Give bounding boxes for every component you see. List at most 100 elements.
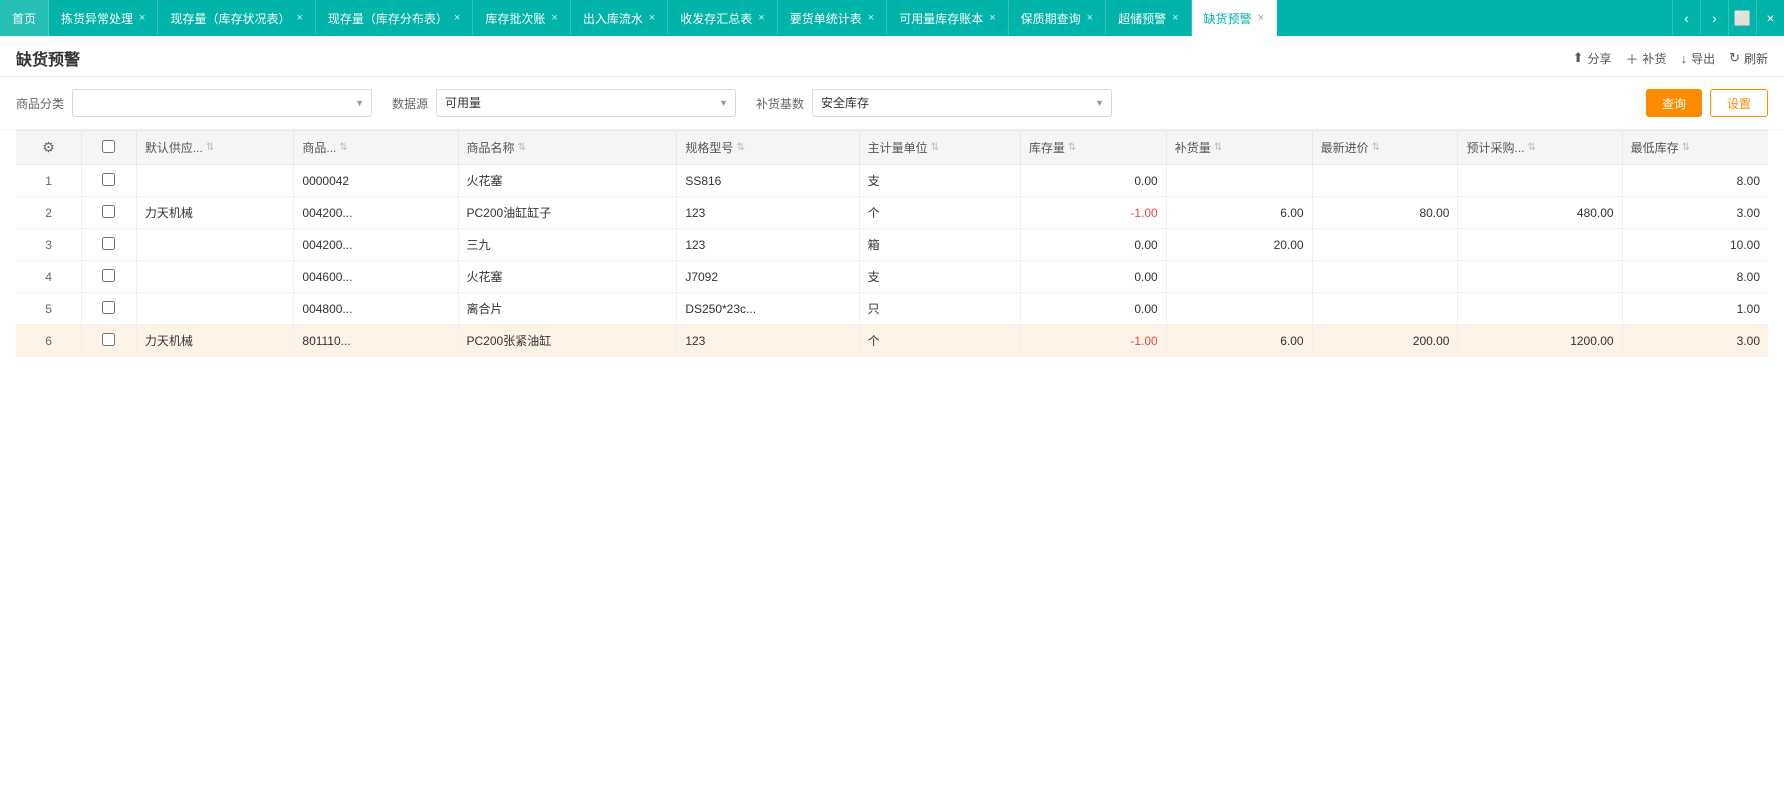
row-stock: 0.00 bbox=[1020, 261, 1166, 293]
nav-tab-avail-stock[interactable]: 可用量库存账本 × bbox=[887, 0, 1008, 36]
refresh-button[interactable]: ↻ 刷新 bbox=[1729, 50, 1768, 67]
row-checkbox-cell[interactable] bbox=[82, 325, 137, 357]
nav-tab-recv-send[interactable]: 收发存汇总表 × bbox=[668, 0, 777, 36]
th-settings[interactable]: ⚙ bbox=[16, 131, 82, 165]
row-replenish bbox=[1166, 293, 1312, 325]
row-checkbox-cell[interactable] bbox=[82, 165, 137, 197]
sort-icon: ⇅ bbox=[736, 142, 744, 153]
th-code-label: 商品... bbox=[302, 139, 336, 156]
th-unit-label: 主计量单位 bbox=[868, 139, 928, 156]
nav-prev-button[interactable]: ‹ bbox=[1672, 0, 1700, 36]
query-button[interactable]: 查询 bbox=[1646, 89, 1702, 117]
category-filter-group: 商品分类 bbox=[16, 89, 372, 117]
nav-tab-stock-dist[interactable]: 现存量（库存分布表） × bbox=[316, 0, 473, 36]
row-name: 离合片 bbox=[458, 293, 677, 325]
th-est-purchase[interactable]: 预计采购... ⇅ bbox=[1458, 131, 1622, 165]
sort-icon: ⇅ bbox=[1372, 142, 1380, 153]
row-spec: DS250*23c... bbox=[677, 293, 859, 325]
close-icon[interactable]: × bbox=[454, 12, 460, 24]
replenish-basis-select-wrapper: 安全库存 bbox=[812, 89, 1112, 117]
nav-tab-shortage[interactable]: 缺货预警 × bbox=[1192, 0, 1277, 36]
nav-close-button[interactable]: × bbox=[1756, 0, 1784, 36]
export-button[interactable]: ↓ 导出 bbox=[1681, 50, 1716, 67]
nav-tab-req-order[interactable]: 要货单统计表 × bbox=[778, 0, 887, 36]
close-icon[interactable]: × bbox=[551, 12, 557, 24]
row-checkbox[interactable] bbox=[102, 173, 115, 186]
row-latest-price bbox=[1312, 229, 1458, 261]
row-checkbox[interactable] bbox=[102, 269, 115, 282]
table-row: 5 004800... 离合片 DS250*23c... 只 0.00 1.00 bbox=[16, 293, 1768, 325]
close-icon[interactable]: × bbox=[758, 12, 764, 24]
row-supplier bbox=[136, 293, 294, 325]
sort-icon: ⇅ bbox=[339, 142, 347, 153]
nav-tab-pick-exception[interactable]: 拣货异常处理 × bbox=[49, 0, 158, 36]
row-checkbox-cell[interactable] bbox=[82, 261, 137, 293]
close-icon[interactable]: × bbox=[139, 12, 145, 24]
row-supplier bbox=[136, 165, 294, 197]
close-icon[interactable]: × bbox=[868, 12, 874, 24]
th-supplier[interactable]: 默认供应... ⇅ bbox=[136, 131, 294, 165]
th-unit[interactable]: 主计量单位 ⇅ bbox=[859, 131, 1020, 165]
nav-bar: 首页 拣货异常处理 × 现存量（库存状况表） × 现存量（库存分布表） × 库存… bbox=[0, 0, 1784, 36]
row-checkbox-cell[interactable] bbox=[82, 229, 137, 261]
nav-next-button[interactable]: › bbox=[1700, 0, 1728, 36]
th-supplier-label: 默认供应... bbox=[145, 139, 203, 156]
close-icon[interactable]: × bbox=[1258, 12, 1264, 24]
th-min-stock-label: 最低库存 bbox=[1631, 139, 1679, 156]
close-icon[interactable]: × bbox=[989, 12, 995, 24]
close-icon[interactable]: × bbox=[649, 12, 655, 24]
row-name: 火花塞 bbox=[458, 261, 677, 293]
nav-tab-stock-status[interactable]: 现存量（库存状况表） × bbox=[158, 0, 315, 36]
th-replenish[interactable]: 补货量 ⇅ bbox=[1166, 131, 1312, 165]
tab-label: 可用量库存账本 bbox=[899, 10, 983, 27]
row-supplier bbox=[136, 229, 294, 261]
close-icon[interactable]: × bbox=[296, 12, 302, 24]
row-replenish: 20.00 bbox=[1166, 229, 1312, 261]
tab-label: 收发存汇总表 bbox=[680, 10, 752, 27]
replenish-button[interactable]: ＋ 补货 bbox=[1626, 49, 1667, 68]
row-checkbox[interactable] bbox=[102, 237, 115, 250]
replenish-basis-select[interactable]: 安全库存 bbox=[812, 89, 1112, 117]
row-supplier: 力天机械 bbox=[136, 325, 294, 357]
row-index: 6 bbox=[16, 325, 82, 357]
th-latest-price[interactable]: 最新进价 ⇅ bbox=[1312, 131, 1458, 165]
row-checkbox-cell[interactable] bbox=[82, 197, 137, 229]
th-code[interactable]: 商品... ⇅ bbox=[294, 131, 458, 165]
row-index: 3 bbox=[16, 229, 82, 261]
refresh-icon: ↻ bbox=[1729, 50, 1740, 66]
row-code: 004200... bbox=[294, 229, 458, 261]
th-checkbox[interactable] bbox=[82, 131, 137, 165]
row-code: 004800... bbox=[294, 293, 458, 325]
th-stock[interactable]: 库存量 ⇅ bbox=[1020, 131, 1166, 165]
nav-tab-expiry[interactable]: 保质期查询 × bbox=[1009, 0, 1106, 36]
close-icon[interactable]: × bbox=[1087, 12, 1093, 24]
row-checkbox-cell[interactable] bbox=[82, 293, 137, 325]
datasource-select[interactable]: 可用量 bbox=[436, 89, 736, 117]
replenish-label: 补货 bbox=[1643, 50, 1667, 67]
row-checkbox[interactable] bbox=[102, 205, 115, 218]
row-unit: 支 bbox=[859, 261, 1020, 293]
nav-tab-stock-batch[interactable]: 库存批次账 × bbox=[473, 0, 570, 36]
row-index: 4 bbox=[16, 261, 82, 293]
th-est-purchase-label: 预计采购... bbox=[1466, 139, 1524, 156]
nav-tab-in-out-flow[interactable]: 出入库流水 × bbox=[571, 0, 668, 36]
row-checkbox[interactable] bbox=[102, 301, 115, 314]
row-checkbox[interactable] bbox=[102, 333, 115, 346]
category-label: 商品分类 bbox=[16, 95, 64, 112]
table-container: ⚙ 默认供应... ⇅ 商品... ⇅ bbox=[0, 130, 1784, 357]
nav-tab-home[interactable]: 首页 bbox=[0, 0, 49, 36]
th-name[interactable]: 商品名称 ⇅ bbox=[458, 131, 677, 165]
share-button[interactable]: ⬆ 分享 bbox=[1573, 50, 1612, 67]
nav-tab-overstock[interactable]: 超储预警 × bbox=[1106, 0, 1191, 36]
row-unit: 只 bbox=[859, 293, 1020, 325]
header-actions: ⬆ 分享 ＋ 补货 ↓ 导出 ↻ 刷新 bbox=[1573, 49, 1768, 68]
th-spec[interactable]: 规格型号 ⇅ bbox=[677, 131, 859, 165]
nav-restore-button[interactable]: ⬜ bbox=[1728, 0, 1756, 36]
th-min-stock[interactable]: 最低库存 ⇅ bbox=[1622, 131, 1768, 165]
settings-button[interactable]: 设置 bbox=[1710, 89, 1768, 117]
category-select[interactable] bbox=[72, 89, 372, 117]
gear-icon[interactable]: ⚙ bbox=[42, 139, 55, 155]
close-icon[interactable]: × bbox=[1172, 12, 1178, 24]
select-all-checkbox[interactable] bbox=[102, 140, 115, 153]
th-stock-label: 库存量 bbox=[1029, 139, 1065, 156]
